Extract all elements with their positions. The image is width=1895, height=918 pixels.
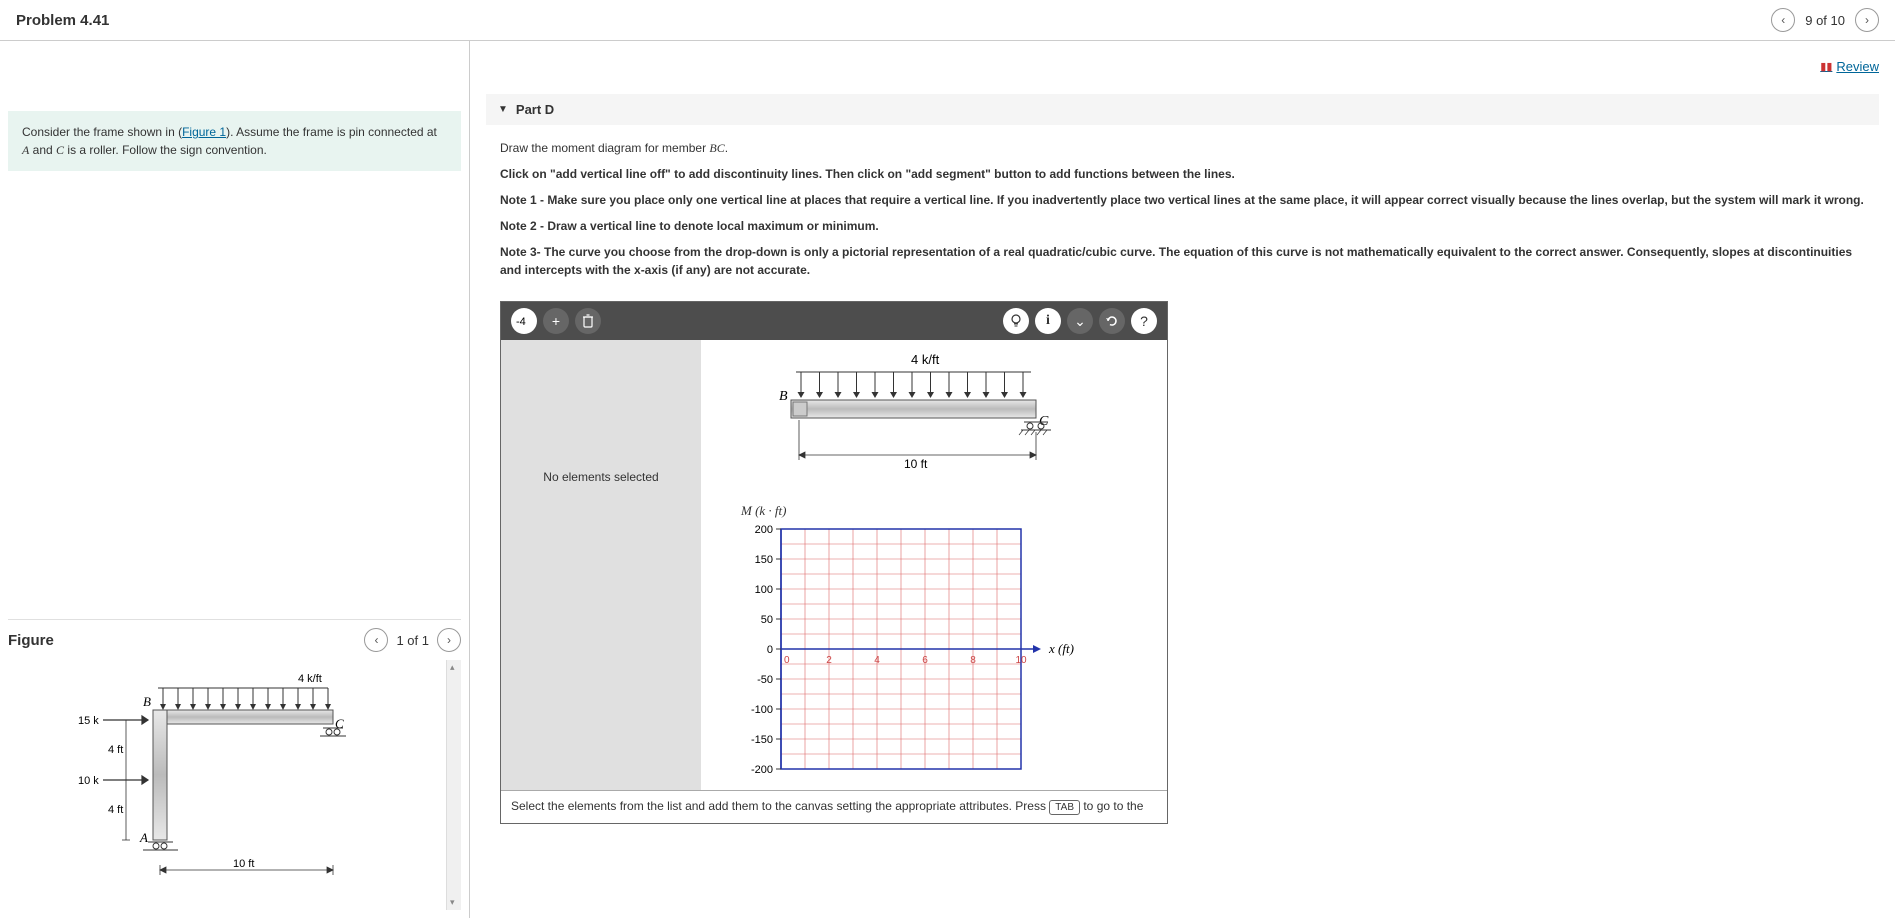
chart-grid: -200 -150 -100 -50 0 50 100 150 200 0 2 4 6 8 10 x (ft) <box>711 519 1111 789</box>
svg-text:4: 4 <box>874 655 880 666</box>
problem-nav: ‹ 9 of 10 › <box>1771 8 1879 32</box>
caret-down-icon: ▼ <box>498 104 508 115</box>
chart-y-axis-label: M (k · ft) <box>741 503 1157 519</box>
svg-text:B: B <box>779 389 788 404</box>
figure-position: 1 of 1 <box>396 633 429 648</box>
add-button[interactable]: + <box>543 308 569 334</box>
svg-text:4 ft: 4 ft <box>108 804 123 816</box>
svg-text:x (ft): x (ft) <box>1048 641 1074 656</box>
chevron-down-icon: ⌄ <box>1074 313 1086 330</box>
info-icon: i <box>1046 313 1050 329</box>
beam-diagram: 4 k/ft B C <box>741 350 1061 490</box>
svg-text:0: 0 <box>767 644 773 656</box>
next-problem-button[interactable]: › <box>1855 8 1879 32</box>
canvas-footer: Select the elements from the list and ad… <box>501 790 1167 823</box>
problem-description: Consider the frame shown in (Figure 1). … <box>8 111 461 171</box>
prev-problem-button[interactable]: ‹ <box>1771 8 1795 32</box>
flag-icon: ▮▮ <box>1820 60 1832 73</box>
part-header[interactable]: ▼ Part D <box>486 94 1879 125</box>
svg-text:100: 100 <box>755 584 773 596</box>
canvas-sidebar: No elements selected <box>501 340 701 790</box>
frame-figure-svg: 4 k/ft B C A <box>48 670 348 890</box>
page-title: Problem 4.41 <box>16 12 109 29</box>
svg-text:8: 8 <box>970 655 976 666</box>
figure-next-button[interactable]: › <box>437 628 461 652</box>
svg-text:-50: -50 <box>757 674 773 686</box>
svg-text:0: 0 <box>784 655 790 666</box>
part-label: Part D <box>516 102 554 117</box>
instructions: Draw the moment diagram for member BC. C… <box>486 139 1879 301</box>
bulb-icon <box>1009 314 1023 328</box>
question-icon: ? <box>1140 313 1148 329</box>
svg-text:50: 50 <box>761 614 773 626</box>
svg-text:A: A <box>139 830 148 845</box>
svg-text:15 k: 15 k <box>78 715 99 727</box>
svg-text:-4: -4 <box>516 316 526 328</box>
svg-text:10 ft: 10 ft <box>904 457 928 471</box>
info-button[interactable]: i <box>1035 308 1061 334</box>
figure-link[interactable]: Figure 1 <box>182 125 226 139</box>
svg-text:10 k: 10 k <box>78 775 99 787</box>
svg-text:150: 150 <box>755 554 773 566</box>
reset-button[interactable] <box>1099 308 1125 334</box>
problem-position: 9 of 10 <box>1805 13 1845 28</box>
svg-text:2: 2 <box>826 655 832 666</box>
svg-text:4 ft: 4 ft <box>108 744 123 756</box>
svg-text:-200: -200 <box>751 764 773 776</box>
svg-text:10 ft: 10 ft <box>233 858 254 870</box>
tab-key-label: TAB <box>1049 800 1080 815</box>
svg-text:-100: -100 <box>751 704 773 716</box>
delete-button[interactable] <box>575 308 601 334</box>
figure-content: 4 k/ft B C A <box>8 660 461 910</box>
canvas-toolbar: -4 + i ⌄ ? <box>501 302 1167 340</box>
help-button[interactable]: ? <box>1131 308 1157 334</box>
dropdown-button[interactable]: ⌄ <box>1067 308 1093 334</box>
hint-button[interactable] <box>1003 308 1029 334</box>
trash-icon <box>582 314 594 328</box>
svg-text:200: 200 <box>755 524 773 536</box>
svg-text:4 k/ft: 4 k/ft <box>911 352 940 367</box>
moment-chart[interactable]: M (k · ft) -200 -150 -100 -50 0 50 100 150 200 0 2… <box>711 503 1157 783</box>
svg-text:-150: -150 <box>751 734 773 746</box>
svg-text:10: 10 <box>1015 655 1027 666</box>
svg-text:B: B <box>143 694 151 709</box>
no-elements-button[interactable]: -4 <box>511 308 537 334</box>
review-link[interactable]: ▮▮Review <box>1820 59 1879 74</box>
svg-text:6: 6 <box>922 655 928 666</box>
scrollbar[interactable] <box>446 660 461 910</box>
svg-text:4 k/ft: 4 k/ft <box>298 673 322 685</box>
reset-icon <box>1105 314 1119 328</box>
figure-prev-button[interactable]: ‹ <box>364 628 388 652</box>
drawing-canvas: -4 + i ⌄ ? No elements selected <box>500 301 1168 824</box>
canvas-main[interactable]: 4 k/ft B C <box>701 340 1167 790</box>
figure-title: Figure <box>8 632 54 649</box>
